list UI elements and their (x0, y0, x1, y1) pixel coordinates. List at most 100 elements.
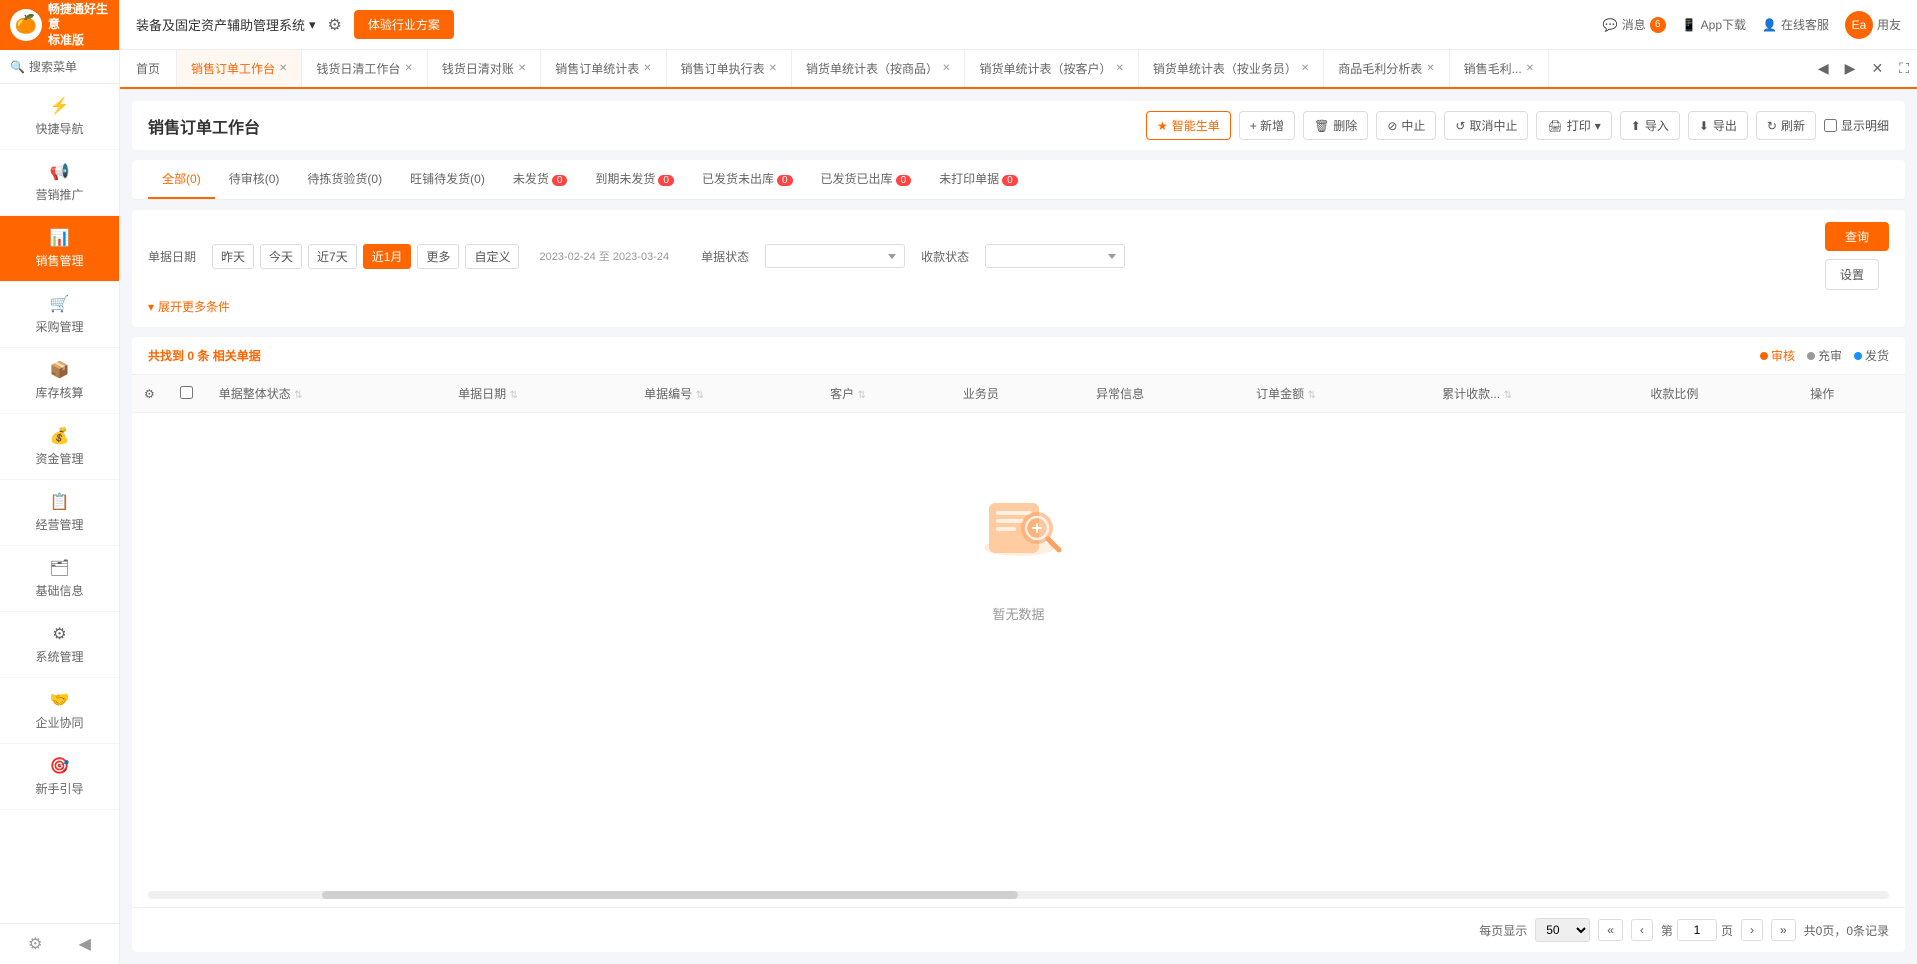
tab-close-sales-summary-product[interactable]: ✕ (942, 63, 950, 74)
refresh-icon: ↻ (1767, 119, 1777, 133)
message-btn[interactable]: 💬 消息 6 (1603, 16, 1666, 33)
tab-close-sales-exec[interactable]: ✕ (769, 63, 777, 74)
search-menu[interactable]: 🔍 搜索菜单 (0, 50, 119, 84)
review-dot (1760, 352, 1768, 360)
tab-close-sales-workbench[interactable]: ✕ (279, 63, 287, 74)
show-detail-label[interactable]: 显示明细 (1824, 117, 1889, 134)
tab-sales-exec[interactable]: 销售订单执行表 ✕ (667, 50, 792, 87)
tab-close-sales-stat[interactable]: ✕ (643, 63, 651, 74)
per-page-select[interactable]: 10 20 50 100 (1535, 918, 1590, 942)
filter-tab-not-shipped[interactable]: 未发货0 (499, 160, 582, 199)
sidebar-item-inventory[interactable]: 📦 库存核算 (0, 348, 119, 414)
next-page-btn[interactable]: › (1741, 919, 1763, 941)
customer-sort-icon[interactable]: ⇅ (857, 390, 865, 401)
system-title-dropdown[interactable]: 装备及固定资产辅助管理系统 ▾ (136, 15, 316, 34)
review-action[interactable]: 审核 (1760, 347, 1795, 364)
tab-prev-btn[interactable]: ◀ (1810, 52, 1837, 85)
date-7days-btn[interactable]: 近7天 (308, 244, 357, 269)
date-custom-btn[interactable]: 自定义 (465, 244, 519, 269)
show-detail-checkbox[interactable] (1824, 119, 1837, 132)
filter-tab-all[interactable]: 全部(0) (148, 160, 215, 199)
cancel-stop-btn[interactable]: ↺ 取消中止 (1444, 111, 1528, 140)
first-page-btn[interactable]: « (1598, 919, 1623, 941)
tab-home[interactable]: 首页 (120, 50, 177, 87)
topbar-settings-icon[interactable]: ⚙ (328, 15, 342, 35)
number-sort-icon[interactable]: ⇅ (695, 390, 703, 401)
tab-close-sales-more[interactable]: ✕ (1526, 63, 1534, 74)
tab-close-all-btn[interactable]: ✕ (1863, 52, 1891, 85)
filter-tab-shipped-not-out[interactable]: 已发货未出库0 (688, 160, 807, 199)
collected-sort-icon[interactable]: ⇅ (1503, 390, 1511, 401)
tab-fullscreen-btn[interactable]: ⛶ (1891, 52, 1917, 85)
smart-generate-btn[interactable]: ★ 智能生单 (1146, 111, 1231, 140)
tab-cash-reconcile[interactable]: 钱货日清对账 ✕ (428, 50, 541, 87)
tab-sales-summary-product[interactable]: 销货单统计表（按商品） ✕ (792, 50, 965, 87)
query-btn[interactable]: 查询 (1825, 222, 1889, 251)
prev-page-btn[interactable]: ‹ (1631, 919, 1653, 941)
industry-btn[interactable]: 体验行业方案 (354, 10, 454, 39)
tab-close-cash-reconcile[interactable]: ✕ (518, 63, 526, 74)
sidebar-item-purchase[interactable]: 🛒 采购管理 (0, 282, 119, 348)
expand-conditions-btn[interactable]: ▾ 展开更多条件 (148, 298, 230, 315)
scrollbar-thumb[interactable] (322, 891, 1018, 899)
delete-btn[interactable]: 🗑 删除 (1303, 111, 1368, 140)
filter-tab-wangpu[interactable]: 旺铺待发货(0) (396, 160, 499, 199)
refresh-btn[interactable]: ↻ 刷新 (1756, 111, 1816, 140)
sidebar-item-system[interactable]: ⚙ 系统管理 (0, 612, 119, 678)
tab-sales-summary-customer[interactable]: 销货单统计表（按客户） ✕ (965, 50, 1138, 87)
app-download-btn[interactable]: 📱 App下载 (1682, 16, 1746, 33)
date-yesterday-btn[interactable]: 昨天 (212, 244, 254, 269)
sidebar-item-operations[interactable]: 📋 经营管理 (0, 480, 119, 546)
cancel-review-action[interactable]: 充审 (1807, 347, 1842, 364)
date-more-btn[interactable]: 更多 (417, 244, 459, 269)
import-btn[interactable]: ⬆ 导入 (1620, 111, 1680, 140)
tab-next-btn[interactable]: ▶ (1837, 52, 1864, 85)
sidebar-item-basic[interactable]: 🗂 基础信息 (0, 546, 119, 612)
tab-sales-stat[interactable]: 销售订单统计表 ✕ (541, 50, 666, 87)
status-sort-icon[interactable]: ⇅ (294, 390, 302, 401)
stop-btn[interactable]: ⊘ 中止 (1376, 111, 1436, 140)
date-today-btn[interactable]: 今天 (260, 244, 302, 269)
sidebar-item-enterprise[interactable]: 🤝 企业协同 (0, 678, 119, 744)
print-btn[interactable]: 🖨 打印 ▾ (1536, 111, 1611, 140)
sidebar-item-sales[interactable]: 📊 销售管理 (0, 216, 119, 282)
tab-cash-daily[interactable]: 钱货日清工作台 ✕ (302, 50, 427, 87)
user-menu-btn[interactable]: Ea 用友 (1845, 11, 1901, 39)
tab-sales-workbench[interactable]: 销售订单工作台 ✕ (177, 50, 302, 89)
date-1month-btn[interactable]: 近1月 (363, 244, 412, 269)
table-settings-icon[interactable]: ⚙ (144, 387, 155, 401)
last-page-btn[interactable]: » (1771, 919, 1796, 941)
filter-tab-pending-inspect[interactable]: 待拣货验货(0) (293, 160, 396, 199)
sidebar-item-finance[interactable]: 💰 资金管理 (0, 414, 119, 480)
sidebar-item-marketing[interactable]: 📢 营销推广 (0, 150, 119, 216)
date-sort-icon[interactable]: ⇅ (509, 390, 517, 401)
horizontal-scrollbar[interactable] (148, 891, 1889, 899)
tab-close-gross-margin[interactable]: ✕ (1426, 63, 1434, 74)
sidebar-collapse-btn[interactable]: ◀ (79, 934, 91, 954)
filter-tab-shipped-out[interactable]: 已发货已出库0 (807, 160, 926, 199)
page-input[interactable] (1677, 919, 1717, 941)
payment-filter-select[interactable] (985, 244, 1125, 268)
tab-sales-summary-staff[interactable]: 销货单统计表（按业务员） ✕ (1139, 50, 1324, 87)
filter-settings-btn[interactable]: 设置 (1825, 259, 1879, 290)
sidebar-settings-btn[interactable]: ⚙ (28, 934, 42, 954)
filter-tab-pending-review[interactable]: 待审核(0) (215, 160, 294, 199)
select-all-checkbox[interactable] (180, 386, 193, 399)
filter-tab-overdue[interactable]: 到期未发货0 (581, 160, 688, 199)
status-filter-select[interactable] (765, 244, 905, 268)
ship-action[interactable]: 发货 (1854, 347, 1889, 364)
tab-sales-more[interactable]: 销售毛利... ✕ (1450, 50, 1549, 87)
system-title: 装备及固定资产辅助管理系统 (136, 15, 305, 34)
tab-gross-margin[interactable]: 商品毛利分析表 ✕ (1324, 50, 1449, 87)
online-service-btn[interactable]: 👤 在线客服 (1762, 16, 1829, 33)
new-btn[interactable]: + 新增 (1239, 111, 1295, 140)
sidebar-item-quick-nav[interactable]: ⚡ 快捷导航 (0, 84, 119, 150)
sidebar-item-newbie[interactable]: 🎯 新手引导 (0, 744, 119, 810)
tab-close-cash-daily[interactable]: ✕ (404, 63, 412, 74)
tab-close-sales-summary-staff[interactable]: ✕ (1301, 63, 1309, 74)
export-btn[interactable]: ⬇ 导出 (1688, 111, 1748, 140)
tab-close-sales-summary-customer[interactable]: ✕ (1115, 63, 1123, 74)
filter-tab-not-printed[interactable]: 未打印单据0 (925, 160, 1032, 199)
cancel-review-dot (1807, 352, 1815, 360)
amount-sort-icon[interactable]: ⇅ (1307, 390, 1315, 401)
